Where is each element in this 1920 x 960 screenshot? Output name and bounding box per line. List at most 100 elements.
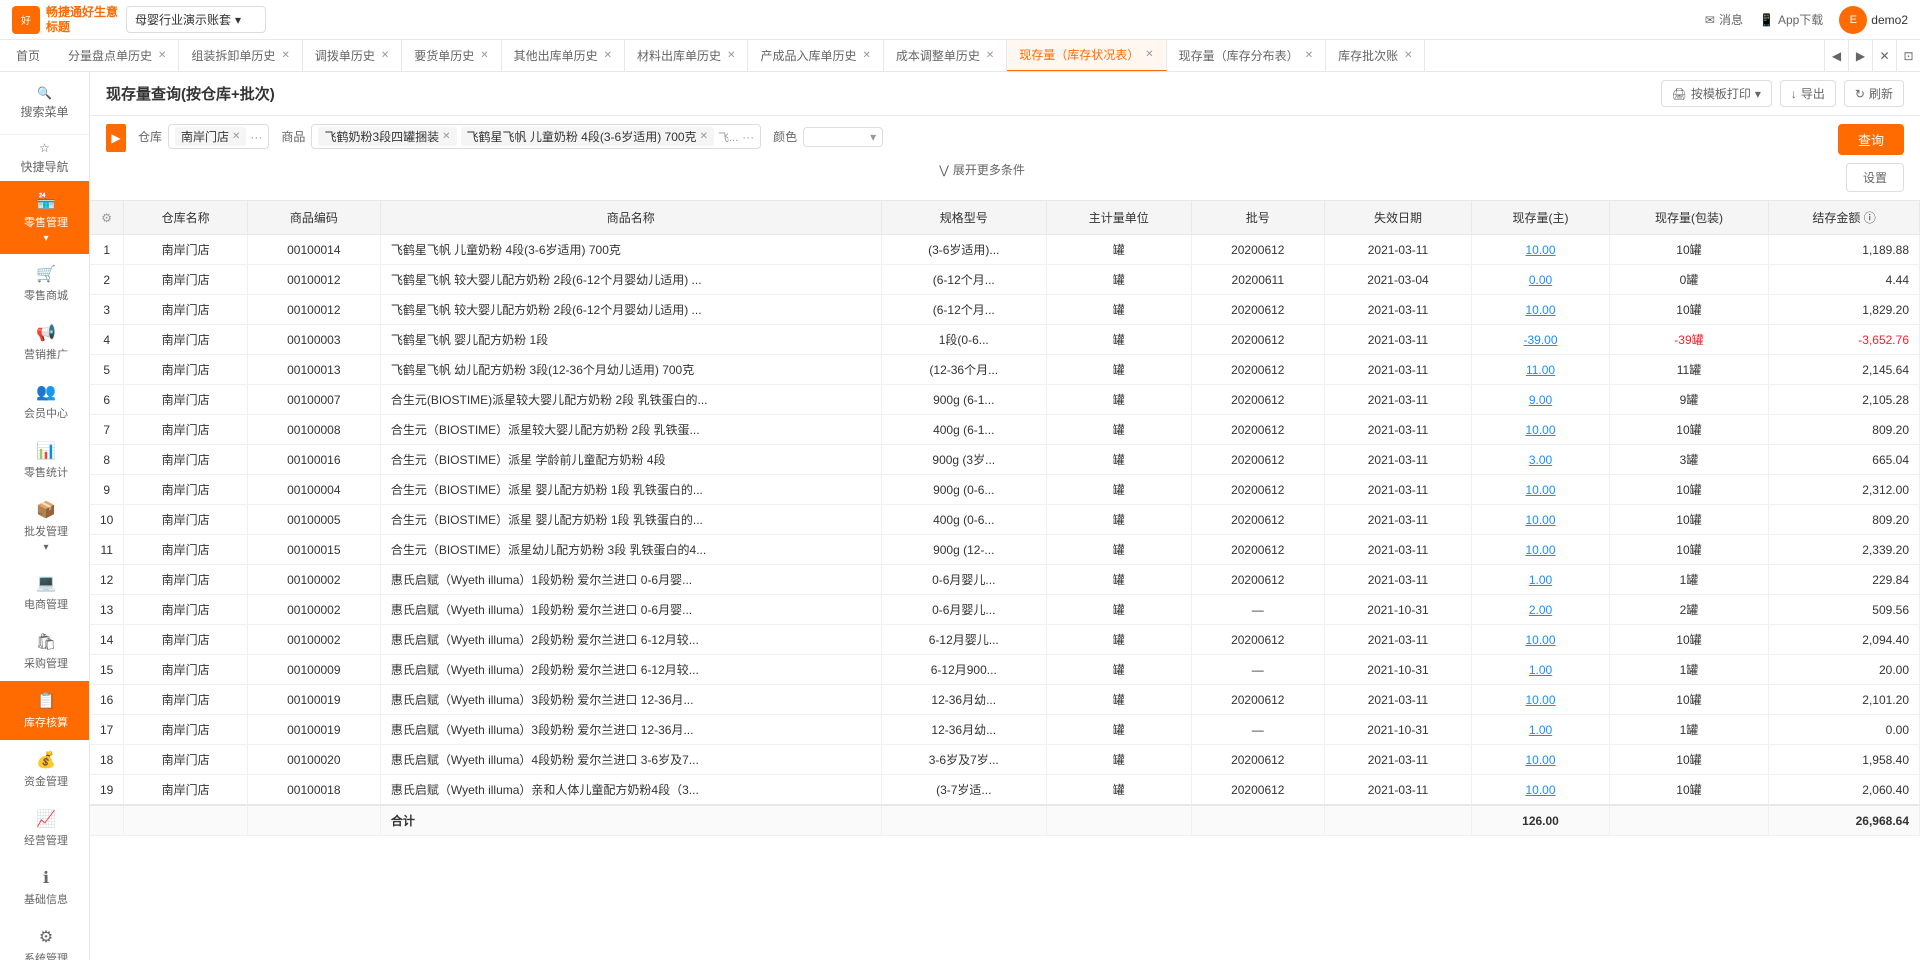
expand-more-btn[interactable]: ⋁ 展开更多条件 [939,157,1025,182]
filter-dots[interactable]: ··· [742,130,754,144]
tab-close-icon[interactable]: ✕ [158,50,166,61]
tab-close-icon[interactable]: ✕ [604,50,612,61]
app-download-btn[interactable]: 📱 App下载 [1759,11,1823,28]
gear-icon[interactable]: ⚙ [101,211,112,225]
tab-10[interactable]: 库存批次账 ✕ [1326,40,1425,72]
cell-qty-main[interactable]: 10.00 [1472,775,1610,806]
cell-amount: 2,312.00 [1769,475,1920,505]
sidebar-label: 零售统计 [24,464,68,480]
tab-close-icon[interactable]: ✕ [381,50,389,61]
cell-qty-main[interactable]: 0.00 [1472,265,1610,295]
cell-qty-main[interactable]: 10.00 [1472,415,1610,445]
tab-menu-btn[interactable]: ⊡ [1896,40,1920,72]
cell-qty-main[interactable]: 10.00 [1472,505,1610,535]
user-profile[interactable]: E demo2 [1839,6,1908,34]
cell-qty-main[interactable]: 9.00 [1472,385,1610,415]
sidebar-label: 采购管理 [24,655,68,671]
cell-qty-main[interactable]: 10.00 [1472,685,1610,715]
cell-qty-main[interactable]: 1.00 [1472,715,1610,745]
export-btn[interactable]: ↓ 导出 [1780,80,1836,107]
warehouse-tag-container[interactable]: 南岸门店 ✕ ··· [168,124,269,149]
tab-prev-btn[interactable]: ◀ [1824,40,1848,72]
sidebar-item-wholesale[interactable]: 📦 批发管理 ▾ [0,490,89,563]
cell-qty-main[interactable]: 11.00 [1472,355,1610,385]
tab-close-icon[interactable]: ✕ [862,50,870,61]
sidebar-item-basic[interactable]: ℹ 基础信息 [0,858,89,917]
sidebar-item-stats[interactable]: 📊 零售统计 [0,431,89,490]
cell-batch: 20200612 [1191,445,1324,475]
message-btn[interactable]: ✉ 消息 [1705,11,1743,28]
search-menu-btn[interactable]: 🔍 搜索菜单 [4,80,85,126]
tab-5[interactable]: 材料出库单历史 ✕ [625,40,748,72]
tab-close-icon[interactable]: ✕ [480,50,488,61]
tab-close-icon[interactable]: ✕ [727,50,735,61]
quick-nav-btn[interactable]: ☆ 快捷导航 [0,135,89,181]
sidebar-item-marketing[interactable]: 📢 营销推广 [0,313,89,372]
tab-close-icon[interactable]: ✕ [1404,50,1412,61]
product-tag-close[interactable]: ✕ [442,131,450,142]
cell-qty-main[interactable]: 10.00 [1472,475,1610,505]
tab-close-all-btn[interactable]: ✕ [1872,40,1896,72]
cell-qty-main[interactable]: 10.00 [1472,745,1610,775]
tab-1[interactable]: 组装拆卸单历史 ✕ [179,40,302,72]
tab-close-icon[interactable]: ✕ [1145,49,1153,60]
cell-qty-main[interactable]: 2.00 [1472,595,1610,625]
row-number: 18 [90,745,124,775]
tab-0[interactable]: 分量盘点单历史 ✕ [56,40,179,72]
cell-name: 合生元（BIOSTIME）派星 婴儿配方奶粉 1段 乳铁蛋白的... [380,505,881,535]
tab-7[interactable]: 成本调整单历史 ✕ [884,40,1007,72]
cell-qty-main[interactable]: 10.00 [1472,295,1610,325]
sidebar-item-member[interactable]: 👥 会员中心 [0,372,89,431]
tab-home[interactable]: 首页 [0,47,56,64]
tab-3[interactable]: 要货单历史 ✕ [402,40,501,72]
chevron-down-icon[interactable]: ▾ [870,130,876,144]
settings-btn[interactable]: 设置 [1846,163,1904,192]
cell-qty-main[interactable]: 10.00 [1472,625,1610,655]
sidebar-item-inventory[interactable]: 📋 库存核算 [0,681,89,740]
store-selector[interactable]: 母婴行业演示账套 ▾ [126,6,266,33]
tab-close-icon[interactable]: ✕ [986,50,994,61]
cell-batch: 20200611 [1191,265,1324,295]
sidebar-item-purchase[interactable]: 🛍 采购管理 [0,622,89,681]
store-name: 母婴行业演示账套 [135,11,231,28]
th-spec: 规格型号 [881,201,1046,235]
sidebar-item-retail[interactable]: 🏪 零售管理 ▾ [0,181,89,254]
template-print-btn[interactable]: 🖨 按模板打印 ▾ [1661,80,1772,107]
cell-qty-main[interactable]: 10.00 [1472,235,1610,265]
sidebar-item-system[interactable]: ⚙ 系统管理 [0,917,89,960]
cell-qty-main[interactable]: -39.00 [1472,325,1610,355]
filter-bar: ▶ 仓库 南岸门店 ✕ ··· [90,116,1920,201]
cell-warehouse: 南岸门店 [124,565,247,595]
color-tag-container[interactable]: ▾ [803,127,883,147]
cell-qty-main[interactable]: 1.00 [1472,565,1610,595]
tab-next-btn[interactable]: ▶ [1848,40,1872,72]
tab-close-icon[interactable]: ✕ [281,50,289,61]
cell-warehouse: 南岸门店 [124,235,247,265]
cell-qty-main[interactable]: 1.00 [1472,655,1610,685]
product-tag-close[interactable]: ✕ [700,131,708,142]
refresh-btn[interactable]: ↻ 刷新 [1844,80,1904,107]
sidebar-item-management[interactable]: 📈 经营管理 [0,799,89,858]
row-number: 4 [90,325,124,355]
tab-8[interactable]: 现存量（库存状况表） ✕ [1007,40,1166,72]
sidebar-label: 电商管理 [24,596,68,612]
filter-dots[interactable]: ··· [250,130,262,144]
cell-expiry: 2021-03-11 [1324,415,1471,445]
sidebar-item-finance[interactable]: 💰 资金管理 [0,740,89,799]
warehouse-tag-close[interactable]: ✕ [232,131,240,142]
sidebar-item-shop[interactable]: 🛒 零售商城 [0,254,89,313]
tab-close-icon[interactable]: ✕ [1305,50,1313,61]
query-btn[interactable]: 查询 [1838,124,1904,155]
cell-qty-main[interactable]: 10.00 [1472,535,1610,565]
table-row: 1 南岸门店 00100014 飞鹤星飞帆 儿童奶粉 4段(3-6岁适用) 70… [90,235,1920,265]
expand-orange-btn[interactable]: ▶ [106,124,126,152]
tab-9[interactable]: 现存量（库存分布表） ✕ [1167,40,1326,72]
tab-2[interactable]: 调拨单历史 ✕ [303,40,402,72]
product-tag-container[interactable]: 飞鹤奶粉3段四罐捆装 ✕ 飞鹤星飞帆 儿童奶粉 4段(3-6岁适用) 700克 … [311,124,761,149]
tab-6[interactable]: 产成品入库单历史 ✕ [748,40,883,72]
mobile-icon: 📱 [1759,13,1774,27]
cell-expiry: 2021-03-11 [1324,685,1471,715]
cell-qty-main[interactable]: 3.00 [1472,445,1610,475]
sidebar-item-ecommerce[interactable]: 💻 电商管理 [0,563,89,622]
tab-4[interactable]: 其他出库单历史 ✕ [502,40,625,72]
